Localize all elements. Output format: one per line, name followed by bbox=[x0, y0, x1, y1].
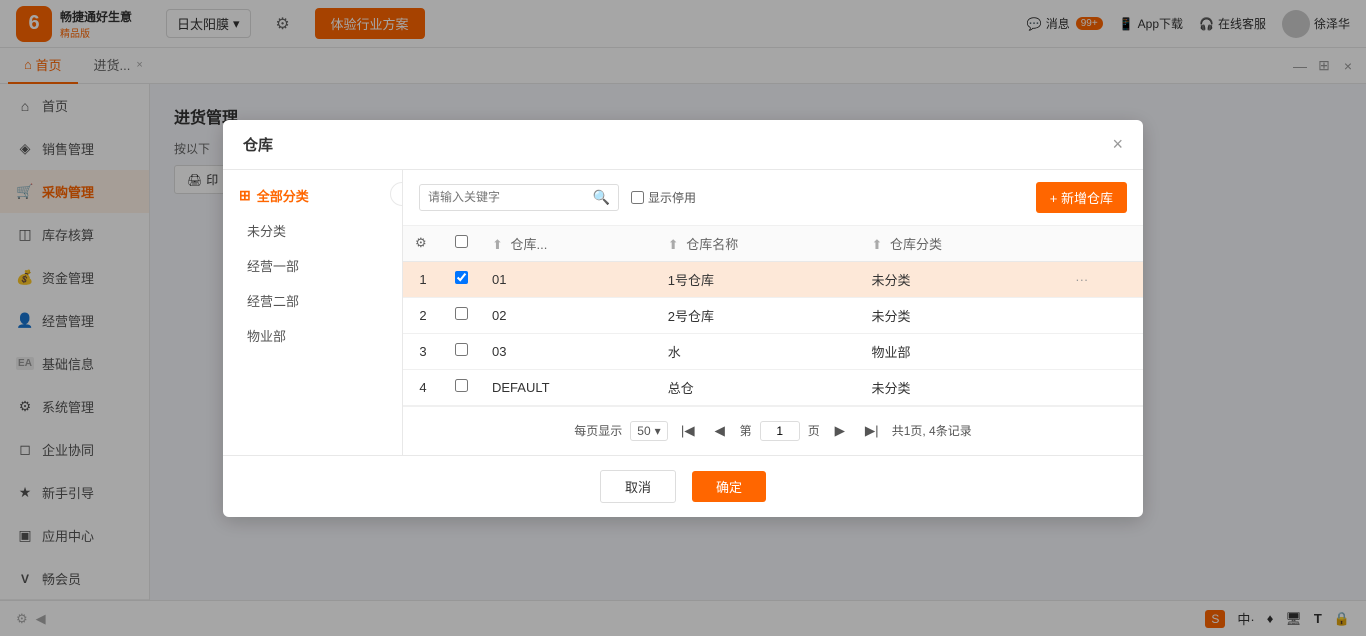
row-actions bbox=[1063, 297, 1143, 333]
row-name: 2号仓库 bbox=[656, 297, 860, 333]
table-body: 1 01 1号仓库 未分类 ··· 2 02 2号仓库 未分类 3 bbox=[403, 261, 1143, 405]
row-actions bbox=[1063, 369, 1143, 405]
row-checkbox[interactable] bbox=[455, 379, 468, 392]
table-header: ⚙ ⬆ 仓库... ⬆ 仓库名称 bbox=[403, 226, 1143, 262]
row-checkbox-cell bbox=[443, 333, 480, 369]
table-toolbar: 🔍 显示停用 + 新增仓库 bbox=[403, 170, 1143, 226]
warehouse-modal: 仓库 × ⊞ 全部分类 《 未分类 经营一部 经营二部 物业部 bbox=[223, 120, 1143, 517]
row-action-ellipsis[interactable]: ··· bbox=[1075, 272, 1088, 287]
row-num: 4 bbox=[403, 369, 443, 405]
row-checkbox-cell bbox=[443, 297, 480, 333]
category-item-ops1[interactable]: 经营一部 bbox=[223, 248, 402, 283]
th-settings: ⚙ bbox=[403, 226, 443, 262]
table-row[interactable]: 2 02 2号仓库 未分类 bbox=[403, 297, 1143, 333]
modal-close-button[interactable]: × bbox=[1112, 134, 1123, 155]
row-category: 未分类 bbox=[860, 369, 1064, 405]
total-text: 共1页, 4条记录 bbox=[892, 422, 972, 439]
row-actions bbox=[1063, 333, 1143, 369]
modal-header: 仓库 × bbox=[223, 120, 1143, 170]
page-label: 第 bbox=[740, 422, 752, 439]
search-box: 🔍 bbox=[419, 184, 619, 211]
cancel-button[interactable]: 取消 bbox=[600, 470, 676, 503]
th-code-label: 仓库... bbox=[511, 237, 548, 252]
row-checkbox[interactable] bbox=[455, 343, 468, 356]
table-row[interactable]: 1 01 1号仓库 未分类 ··· bbox=[403, 261, 1143, 297]
row-category: 未分类 bbox=[860, 297, 1064, 333]
per-page-select[interactable]: 50 ▾ bbox=[630, 421, 667, 441]
page-unit: 页 bbox=[808, 422, 820, 439]
per-page-label: 每页显示 bbox=[574, 422, 622, 439]
table-area: 🔍 显示停用 + 新增仓库 ⚙ bbox=[403, 170, 1143, 455]
row-num: 1 bbox=[403, 261, 443, 297]
grid-icon: ⊞ bbox=[239, 187, 251, 204]
show-disabled-checkbox[interactable] bbox=[631, 191, 644, 204]
category-item-property[interactable]: 物业部 bbox=[223, 318, 402, 353]
row-code: 03 bbox=[480, 333, 656, 369]
sort-icon: ⬆ bbox=[492, 237, 503, 252]
show-disabled-label: 显示停用 bbox=[648, 189, 696, 206]
category-item-none[interactable]: 未分类 bbox=[223, 213, 402, 248]
sort-icon3: ⬆ bbox=[872, 237, 883, 252]
settings-icon: ⚙ bbox=[415, 235, 427, 250]
th-action bbox=[1063, 226, 1143, 262]
row-code: DEFAULT bbox=[480, 369, 656, 405]
th-name: ⬆ 仓库名称 bbox=[656, 226, 860, 262]
modal-title: 仓库 bbox=[243, 134, 273, 155]
show-disabled-checkbox-label[interactable]: 显示停用 bbox=[631, 189, 696, 206]
pagination: 每页显示 50 ▾ |◀ ◀ 第 页 ▶ ▶| 共1页, 4条记录 bbox=[403, 406, 1143, 455]
modal-overlay: 仓库 × ⊞ 全部分类 《 未分类 经营一部 经营二部 物业部 bbox=[0, 0, 1366, 636]
row-name: 水 bbox=[656, 333, 860, 369]
row-num: 3 bbox=[403, 333, 443, 369]
modal-footer: 取消 确定 bbox=[223, 455, 1143, 517]
table-scroll[interactable]: ⚙ ⬆ 仓库... ⬆ 仓库名称 bbox=[403, 226, 1143, 406]
row-checkbox-cell bbox=[443, 261, 480, 297]
select-all-checkbox[interactable] bbox=[455, 235, 468, 248]
sort-icon2: ⬆ bbox=[668, 237, 679, 252]
th-name-label: 仓库名称 bbox=[686, 237, 738, 252]
row-checkbox-cell bbox=[443, 369, 480, 405]
search-input[interactable] bbox=[428, 190, 587, 204]
row-code: 02 bbox=[480, 297, 656, 333]
row-code: 01 bbox=[480, 261, 656, 297]
row-name: 1号仓库 bbox=[656, 261, 860, 297]
confirm-button[interactable]: 确定 bbox=[692, 471, 766, 502]
page-input[interactable] bbox=[760, 421, 800, 441]
category-all[interactable]: ⊞ 全部分类 bbox=[223, 178, 402, 213]
table-row[interactable]: 4 DEFAULT 总仓 未分类 bbox=[403, 369, 1143, 405]
next-page-button[interactable]: ▶ bbox=[828, 419, 852, 443]
category-header-label: 全部分类 bbox=[257, 186, 309, 205]
row-checkbox[interactable] bbox=[455, 307, 468, 320]
add-warehouse-button[interactable]: + 新增仓库 bbox=[1036, 182, 1127, 213]
th-category-label: 仓库分类 bbox=[890, 237, 942, 252]
category-sidebar: ⊞ 全部分类 《 未分类 经营一部 经营二部 物业部 bbox=[223, 170, 403, 455]
row-category: 未分类 bbox=[860, 261, 1064, 297]
search-icon: 🔍 bbox=[593, 189, 610, 206]
category-item-ops2[interactable]: 经营二部 bbox=[223, 283, 402, 318]
warehouse-table: ⚙ ⬆ 仓库... ⬆ 仓库名称 bbox=[403, 226, 1143, 406]
prev-page-button[interactable]: ◀ bbox=[708, 419, 732, 443]
row-name: 总仓 bbox=[656, 369, 860, 405]
modal-body: ⊞ 全部分类 《 未分类 经营一部 经营二部 物业部 🔍 bbox=[223, 170, 1143, 455]
per-page-value: 50 bbox=[637, 424, 650, 438]
row-actions: ··· bbox=[1063, 261, 1143, 297]
th-category: ⬆ 仓库分类 bbox=[860, 226, 1064, 262]
row-category: 物业部 bbox=[860, 333, 1064, 369]
th-checkbox bbox=[443, 226, 480, 262]
first-page-button[interactable]: |◀ bbox=[676, 419, 700, 443]
th-code: ⬆ 仓库... bbox=[480, 226, 656, 262]
row-num: 2 bbox=[403, 297, 443, 333]
table-row[interactable]: 3 03 水 物业部 bbox=[403, 333, 1143, 369]
per-page-chevron: ▾ bbox=[655, 424, 661, 438]
row-checkbox[interactable] bbox=[455, 271, 468, 284]
last-page-button[interactable]: ▶| bbox=[860, 419, 884, 443]
